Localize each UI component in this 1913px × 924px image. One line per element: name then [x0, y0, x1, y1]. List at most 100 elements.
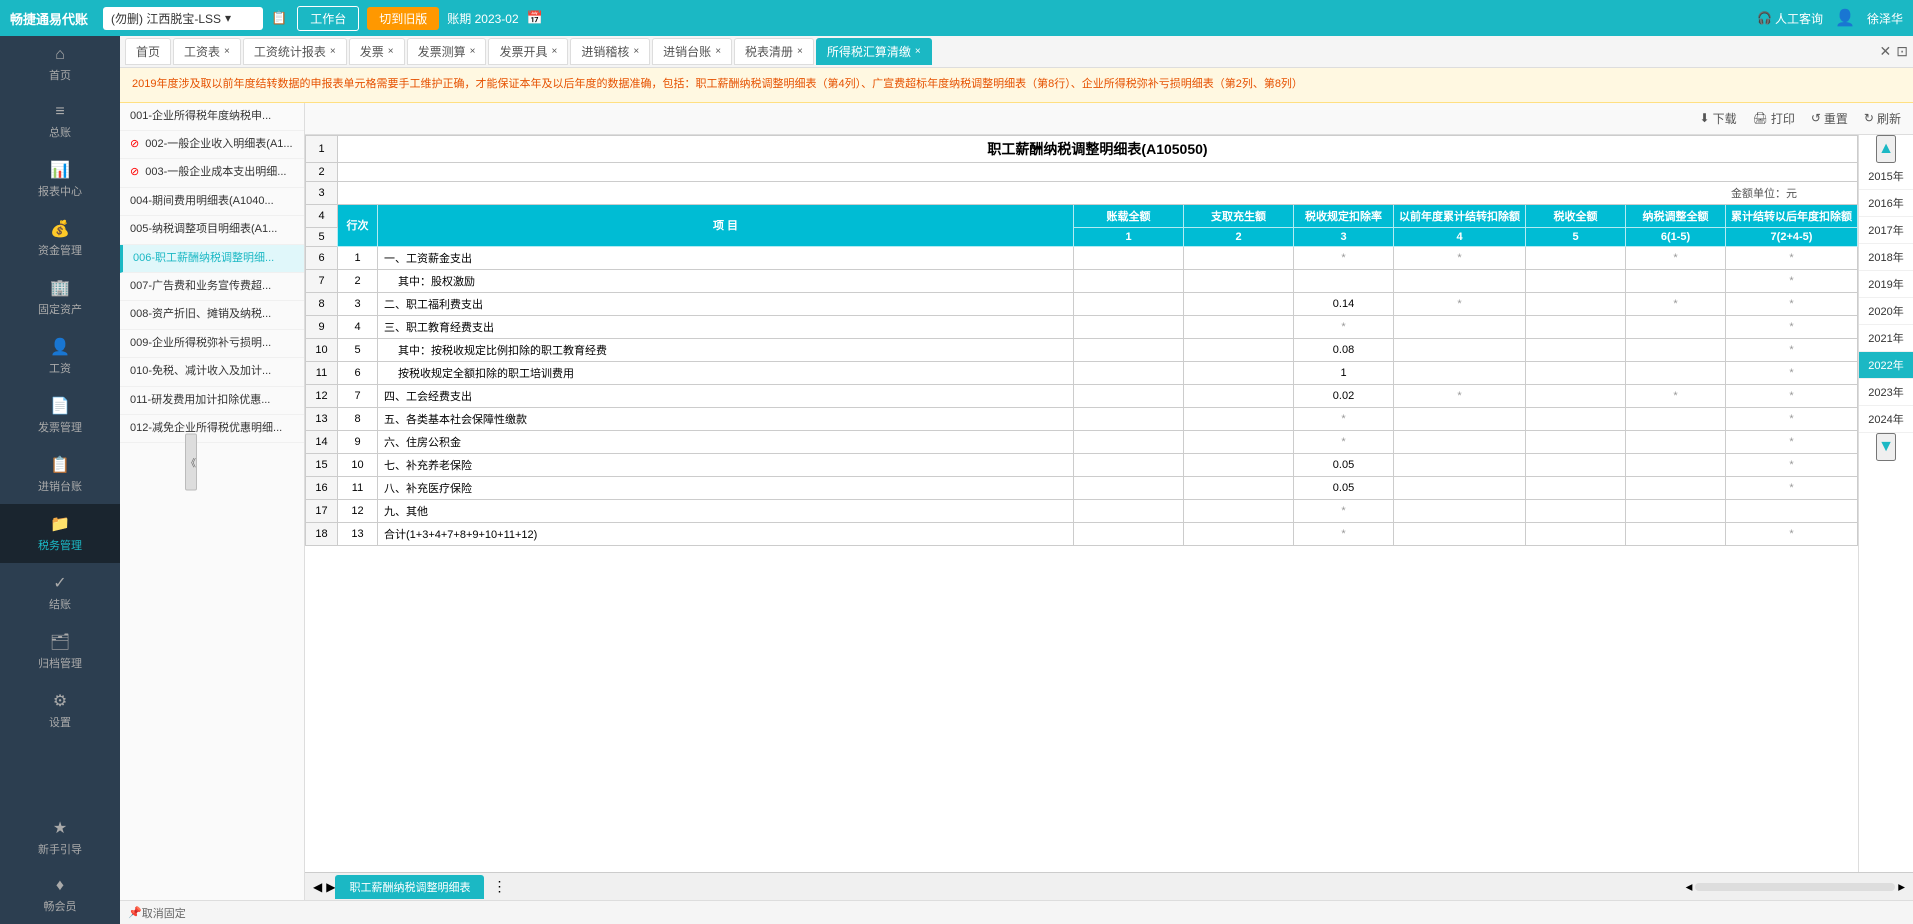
year-2016[interactable]: 2016年	[1859, 190, 1913, 217]
i-16[interactable]: *	[1726, 476, 1858, 499]
e-11[interactable]: 1	[1294, 361, 1394, 384]
e-7[interactable]	[1294, 269, 1394, 292]
c-17[interactable]	[1074, 499, 1184, 522]
label-6[interactable]: 一、工资薪金支出	[378, 246, 1074, 269]
label-11[interactable]: 按税收规定全额扣除的职工培训费用	[378, 361, 1074, 384]
sidebar-item-home[interactable]: ⌂ 首页	[0, 36, 120, 93]
tab-maximize-button[interactable]: ⊡	[1896, 43, 1908, 60]
label-7[interactable]: 其中：股权激励	[378, 269, 1074, 292]
seq-7[interactable]: 2	[338, 269, 378, 292]
seq-9[interactable]: 4	[338, 315, 378, 338]
f-15[interactable]	[1394, 453, 1526, 476]
c-16[interactable]	[1074, 476, 1184, 499]
collapse-button[interactable]: 《	[185, 434, 197, 491]
e-14[interactable]: *	[1294, 430, 1394, 453]
g-7[interactable]	[1526, 269, 1626, 292]
tab-tax-clearance-close[interactable]: ×	[797, 46, 803, 57]
d-13[interactable]	[1184, 407, 1294, 430]
scroll-left-btn[interactable]: ◂	[1686, 879, 1693, 895]
h-9[interactable]	[1626, 315, 1726, 338]
c-15[interactable]	[1074, 453, 1184, 476]
i-14[interactable]: *	[1726, 430, 1858, 453]
label-10[interactable]: 其中：按税收规定比例扣除的职工教育经费	[378, 338, 1074, 361]
sidebar-item-report-center[interactable]: 📊 报表中心	[0, 150, 120, 209]
label-16[interactable]: 八、补充医疗保险	[378, 476, 1074, 499]
tab-payroll-stat[interactable]: 工资统计报表 ×	[243, 38, 347, 65]
f-12[interactable]: *	[1394, 384, 1526, 407]
d-10[interactable]	[1184, 338, 1294, 361]
left-panel-item-003[interactable]: ⊘ 003-一般企业成本支出明细...	[120, 159, 304, 187]
c-7[interactable]	[1074, 269, 1184, 292]
label-13[interactable]: 五、各类基本社会保障性缴款	[378, 407, 1074, 430]
seq-14[interactable]: 9	[338, 430, 378, 453]
c-9[interactable]	[1074, 315, 1184, 338]
d-7[interactable]	[1184, 269, 1294, 292]
h-12[interactable]: *	[1626, 384, 1726, 407]
label-9[interactable]: 三、职工教育经费支出	[378, 315, 1074, 338]
left-panel-item-010[interactable]: 010-免税、减计收入及加计...	[120, 358, 304, 386]
seq-8[interactable]: 3	[338, 292, 378, 315]
sidebar-item-inbound[interactable]: 📋 进销台账	[0, 445, 120, 504]
seq-11[interactable]: 6	[338, 361, 378, 384]
i-17[interactable]	[1726, 499, 1858, 522]
sheet-nav-prev[interactable]: ◀	[313, 880, 322, 894]
sidebar-item-archive[interactable]: 🗂 归档管理	[0, 622, 120, 681]
workspace-button[interactable]: 工作台	[297, 6, 359, 31]
tab-inbound-ledger[interactable]: 进销台账 ×	[652, 38, 732, 65]
c-18[interactable]	[1074, 522, 1184, 545]
sheet-options-icon[interactable]: ⋮	[492, 878, 506, 895]
left-panel-item-007[interactable]: 007-广告费和业务宣传费超...	[120, 273, 304, 301]
left-panel-item-001[interactable]: 001-企业所得税年度纳税申...	[120, 103, 304, 131]
g-13[interactable]	[1526, 407, 1626, 430]
f-10[interactable]	[1394, 338, 1526, 361]
year-2019[interactable]: 2019年	[1859, 271, 1913, 298]
h-8[interactable]: *	[1626, 292, 1726, 315]
h-7[interactable]	[1626, 269, 1726, 292]
company-dropdown-icon[interactable]: ▾	[225, 11, 231, 25]
sidebar-item-close[interactable]: ✓ 结账	[0, 563, 120, 622]
d-9[interactable]	[1184, 315, 1294, 338]
sidebar-item-capital[interactable]: 💰 资金管理	[0, 209, 120, 268]
h-11[interactable]	[1626, 361, 1726, 384]
seq-17[interactable]: 12	[338, 499, 378, 522]
left-panel-item-011[interactable]: 011-研发费用加计扣除优惠...	[120, 387, 304, 415]
tab-payroll[interactable]: 工资表 ×	[173, 38, 241, 65]
left-panel-item-005[interactable]: 005-纳税调整项目明细表(A1...	[120, 216, 304, 244]
i-18[interactable]: *	[1726, 522, 1858, 545]
i-6[interactable]: *	[1726, 246, 1858, 269]
tab-invoice-calc[interactable]: 发票测算 ×	[407, 38, 487, 65]
e-8[interactable]: 0.14	[1294, 292, 1394, 315]
f-11[interactable]	[1394, 361, 1526, 384]
tab-inbound-ledger-close[interactable]: ×	[715, 46, 721, 57]
scroll-right-btn[interactable]: ▸	[1898, 879, 1905, 895]
c-10[interactable]	[1074, 338, 1184, 361]
seq-15[interactable]: 10	[338, 453, 378, 476]
tab-payroll-stat-close[interactable]: ×	[330, 46, 336, 57]
seq-12[interactable]: 7	[338, 384, 378, 407]
i-9[interactable]: *	[1726, 315, 1858, 338]
download-button[interactable]: ⬇ 下载	[1700, 110, 1737, 127]
d-6[interactable]	[1184, 246, 1294, 269]
c-14[interactable]	[1074, 430, 1184, 453]
g-15[interactable]	[1526, 453, 1626, 476]
tab-invoice-open[interactable]: 发票开具 ×	[488, 38, 568, 65]
left-panel-item-002[interactable]: ⊘ 002-一般企业收入明细表(A1...	[120, 131, 304, 159]
h-16[interactable]	[1626, 476, 1726, 499]
h-10[interactable]	[1626, 338, 1726, 361]
tab-invoice-calc-close[interactable]: ×	[470, 46, 476, 57]
h-18[interactable]	[1626, 522, 1726, 545]
h-15[interactable]	[1626, 453, 1726, 476]
label-8[interactable]: 二、职工福利费支出	[378, 292, 1074, 315]
horizontal-scrollbar[interactable]	[1695, 883, 1895, 891]
sidebar-item-guide[interactable]: ★ 新手引导	[0, 808, 120, 867]
left-panel-item-008[interactable]: 008-资产折旧、摊销及纳税...	[120, 301, 304, 329]
d-16[interactable]	[1184, 476, 1294, 499]
e-9[interactable]: *	[1294, 315, 1394, 338]
g-9[interactable]	[1526, 315, 1626, 338]
label-12[interactable]: 四、工会经费支出	[378, 384, 1074, 407]
year-2017[interactable]: 2017年	[1859, 217, 1913, 244]
year-nav-down[interactable]: ▼	[1876, 433, 1896, 461]
sidebar-item-payroll[interactable]: 👤 工资	[0, 327, 120, 386]
label-18[interactable]: 合计(1+3+4+7+8+9+10+11+12)	[378, 522, 1074, 545]
tab-tax-clearance[interactable]: 税表清册 ×	[734, 38, 814, 65]
